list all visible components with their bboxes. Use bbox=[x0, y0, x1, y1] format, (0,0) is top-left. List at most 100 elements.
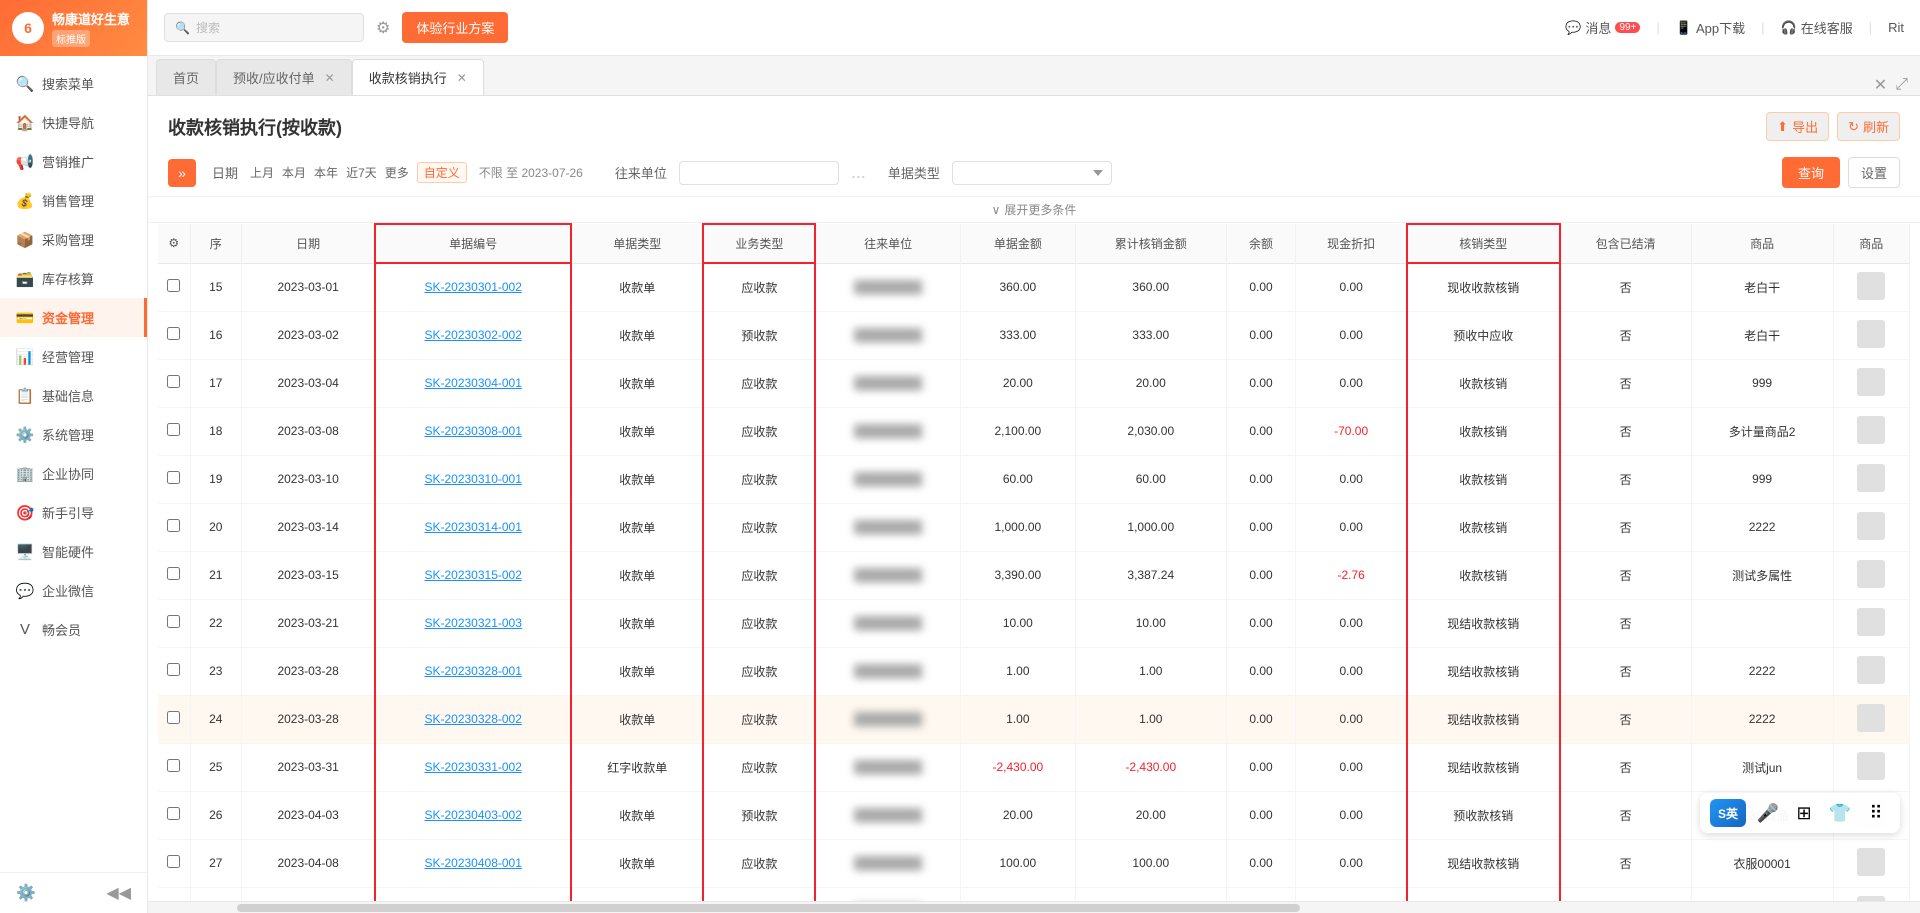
row-checkbox[interactable] bbox=[167, 279, 180, 292]
tab-close-prepay[interactable]: ✕ bbox=[325, 71, 335, 85]
sidebar-item-search[interactable]: 🔍搜索菜单 bbox=[0, 64, 147, 103]
row-checkbox[interactable] bbox=[167, 807, 180, 820]
topbar-search[interactable]: 🔍 搜索 bbox=[164, 13, 364, 42]
receipt-no-link[interactable]: SK-20230310-001 bbox=[424, 472, 521, 486]
counterpart-input[interactable] bbox=[679, 161, 839, 185]
scrollbar-area[interactable] bbox=[148, 901, 1920, 913]
cell-checkbox[interactable] bbox=[158, 311, 190, 359]
row-checkbox[interactable] bbox=[167, 615, 180, 628]
date-custom-btn[interactable]: 自定义 bbox=[417, 162, 467, 183]
cell-checkbox[interactable] bbox=[158, 599, 190, 647]
solution-btn[interactable]: 体验行业方案 bbox=[402, 12, 508, 43]
cell-checkbox[interactable] bbox=[158, 647, 190, 695]
cell-checkbox[interactable] bbox=[158, 791, 190, 839]
cell-amount: 20.00 bbox=[960, 359, 1075, 407]
row-checkbox[interactable] bbox=[167, 711, 180, 724]
tab-writeoff[interactable]: 收款核销执行✕ bbox=[352, 59, 484, 95]
sidebar-item-basic[interactable]: 📋基础信息 bbox=[0, 376, 147, 415]
col-settings-icon: ⚙ bbox=[168, 236, 179, 250]
row-checkbox[interactable] bbox=[167, 423, 180, 436]
cell-checkbox[interactable] bbox=[158, 263, 190, 311]
receipt-no-link[interactable]: SK-20230331-002 bbox=[424, 760, 521, 774]
sidebar-item-wechat[interactable]: 💬企业微信 bbox=[0, 571, 147, 610]
tab-home[interactable]: 首页 bbox=[156, 59, 216, 95]
cell-balance: 0.00 bbox=[1226, 503, 1296, 551]
receipt-type-select[interactable] bbox=[952, 161, 1112, 185]
sidebar-item-marketing[interactable]: 📢营销推广 bbox=[0, 142, 147, 181]
sidebar-collapse-icon[interactable]: ◀◀ bbox=[106, 883, 131, 903]
expand-more-bar[interactable]: ∨ 展开更多条件 bbox=[148, 197, 1920, 223]
cell-receipt-type: 收款单 bbox=[571, 263, 703, 311]
cell-checkbox[interactable] bbox=[158, 695, 190, 743]
row-checkbox[interactable] bbox=[167, 663, 180, 676]
sidebar-item-finance[interactable]: 💳资金管理 bbox=[0, 298, 147, 337]
tabbar-close-btn[interactable]: ✕ bbox=[1874, 75, 1887, 95]
sidebar-item-system[interactable]: ⚙️系统管理 bbox=[0, 415, 147, 454]
tab-prepay[interactable]: 预收/应收付单✕ bbox=[216, 59, 352, 95]
sidebar-item-guide[interactable]: 🎯新手引导 bbox=[0, 493, 147, 532]
float-shirt-btn[interactable]: 👕 bbox=[1826, 799, 1854, 827]
sidebar-settings-icon[interactable]: ⚙️ bbox=[16, 883, 36, 903]
col-settings[interactable]: ⚙ bbox=[158, 224, 190, 263]
row-checkbox[interactable] bbox=[167, 471, 180, 484]
settings-btn[interactable]: 设置 bbox=[1848, 157, 1900, 188]
receipt-no-link[interactable]: SK-20230302-002 bbox=[424, 328, 521, 342]
row-checkbox[interactable] bbox=[167, 327, 180, 340]
sidebar-item-hardware[interactable]: 🖥️智能硬件 bbox=[0, 532, 147, 571]
topbar-user[interactable]: Rit bbox=[1888, 20, 1904, 35]
float-grid-btn[interactable]: ⊞ bbox=[1790, 799, 1818, 827]
tabbar-expand-btn[interactable]: ⤢ bbox=[1895, 76, 1908, 94]
refresh-btn[interactable]: ↻ 刷新 bbox=[1837, 112, 1900, 141]
cell-checkbox[interactable] bbox=[158, 407, 190, 455]
date-this-year[interactable]: 本年 bbox=[314, 164, 338, 181]
receipt-no-link[interactable]: SK-20230315-002 bbox=[424, 568, 521, 582]
filter-expand-btn[interactable]: » bbox=[168, 159, 196, 187]
counterpart-dots: ... bbox=[851, 162, 866, 183]
row-checkbox[interactable] bbox=[167, 375, 180, 388]
sidebar-label-enterprise: 企业协同 bbox=[42, 464, 94, 483]
row-checkbox[interactable] bbox=[167, 567, 180, 580]
sidebar-item-enterprise[interactable]: 🏢企业协同 bbox=[0, 454, 147, 493]
receipt-no-link[interactable]: SK-20230301-002 bbox=[424, 280, 521, 294]
sidebar-item-member[interactable]: V畅会员 bbox=[0, 610, 147, 649]
receipt-no-link[interactable]: SK-20230328-001 bbox=[424, 664, 521, 678]
date-7days[interactable]: 近7天 bbox=[346, 164, 377, 181]
topbar-gear-icon[interactable]: ⚙ bbox=[376, 18, 390, 38]
receipt-no-link[interactable]: SK-20230304-001 bbox=[424, 376, 521, 390]
topbar-app-download[interactable]: 📱 App下载 bbox=[1676, 18, 1745, 37]
topbar-online-service[interactable]: 🎧 在线客服 bbox=[1781, 18, 1853, 37]
sidebar-item-quicknav[interactable]: 🏠快捷导航 bbox=[0, 103, 147, 142]
date-prev-month[interactable]: 上月 bbox=[250, 164, 274, 181]
float-apps-btn[interactable]: ⠿ bbox=[1862, 799, 1890, 827]
cell-checkbox[interactable] bbox=[158, 503, 190, 551]
refresh-label: 刷新 bbox=[1863, 117, 1889, 136]
row-checkbox[interactable] bbox=[167, 519, 180, 532]
receipt-no-link[interactable]: SK-20230321-003 bbox=[424, 616, 521, 630]
row-checkbox[interactable] bbox=[167, 759, 180, 772]
cell-checkbox[interactable] bbox=[158, 839, 190, 887]
cell-checkbox[interactable] bbox=[158, 743, 190, 791]
topbar-messages[interactable]: 💬 消息 99+ bbox=[1565, 18, 1640, 37]
scrollbar-thumb[interactable] bbox=[237, 904, 1300, 912]
sidebar-item-operations[interactable]: 📊经营管理 bbox=[0, 337, 147, 376]
float-brand[interactable]: S英 bbox=[1710, 799, 1746, 827]
sidebar-item-purchase[interactable]: 📦采购管理 bbox=[0, 220, 147, 259]
date-more[interactable]: 更多 bbox=[385, 164, 409, 181]
tab-close-writeoff[interactable]: ✕ bbox=[457, 71, 467, 85]
date-this-month[interactable]: 本月 bbox=[282, 164, 306, 181]
export-btn[interactable]: ⬆ 导出 bbox=[1766, 112, 1829, 141]
receipt-no-link[interactable]: SK-20230408-001 bbox=[424, 856, 521, 870]
receipt-no-link[interactable]: SK-20230403-002 bbox=[424, 808, 521, 822]
sidebar-item-sales[interactable]: 💰销售管理 bbox=[0, 181, 147, 220]
cell-checkbox[interactable] bbox=[158, 359, 190, 407]
float-mic-btn[interactable]: 🎤 bbox=[1754, 799, 1782, 827]
receipt-no-link[interactable]: SK-20230308-001 bbox=[424, 424, 521, 438]
cell-checkbox[interactable] bbox=[158, 887, 190, 901]
row-checkbox[interactable] bbox=[167, 855, 180, 868]
receipt-no-link[interactable]: SK-20230328-002 bbox=[424, 712, 521, 726]
cell-checkbox[interactable] bbox=[158, 551, 190, 599]
receipt-no-link[interactable]: SK-20230314-001 bbox=[424, 520, 521, 534]
cell-checkbox[interactable] bbox=[158, 455, 190, 503]
sidebar-item-inventory[interactable]: 🗃️库存核算 bbox=[0, 259, 147, 298]
query-btn[interactable]: 查询 bbox=[1782, 157, 1840, 188]
